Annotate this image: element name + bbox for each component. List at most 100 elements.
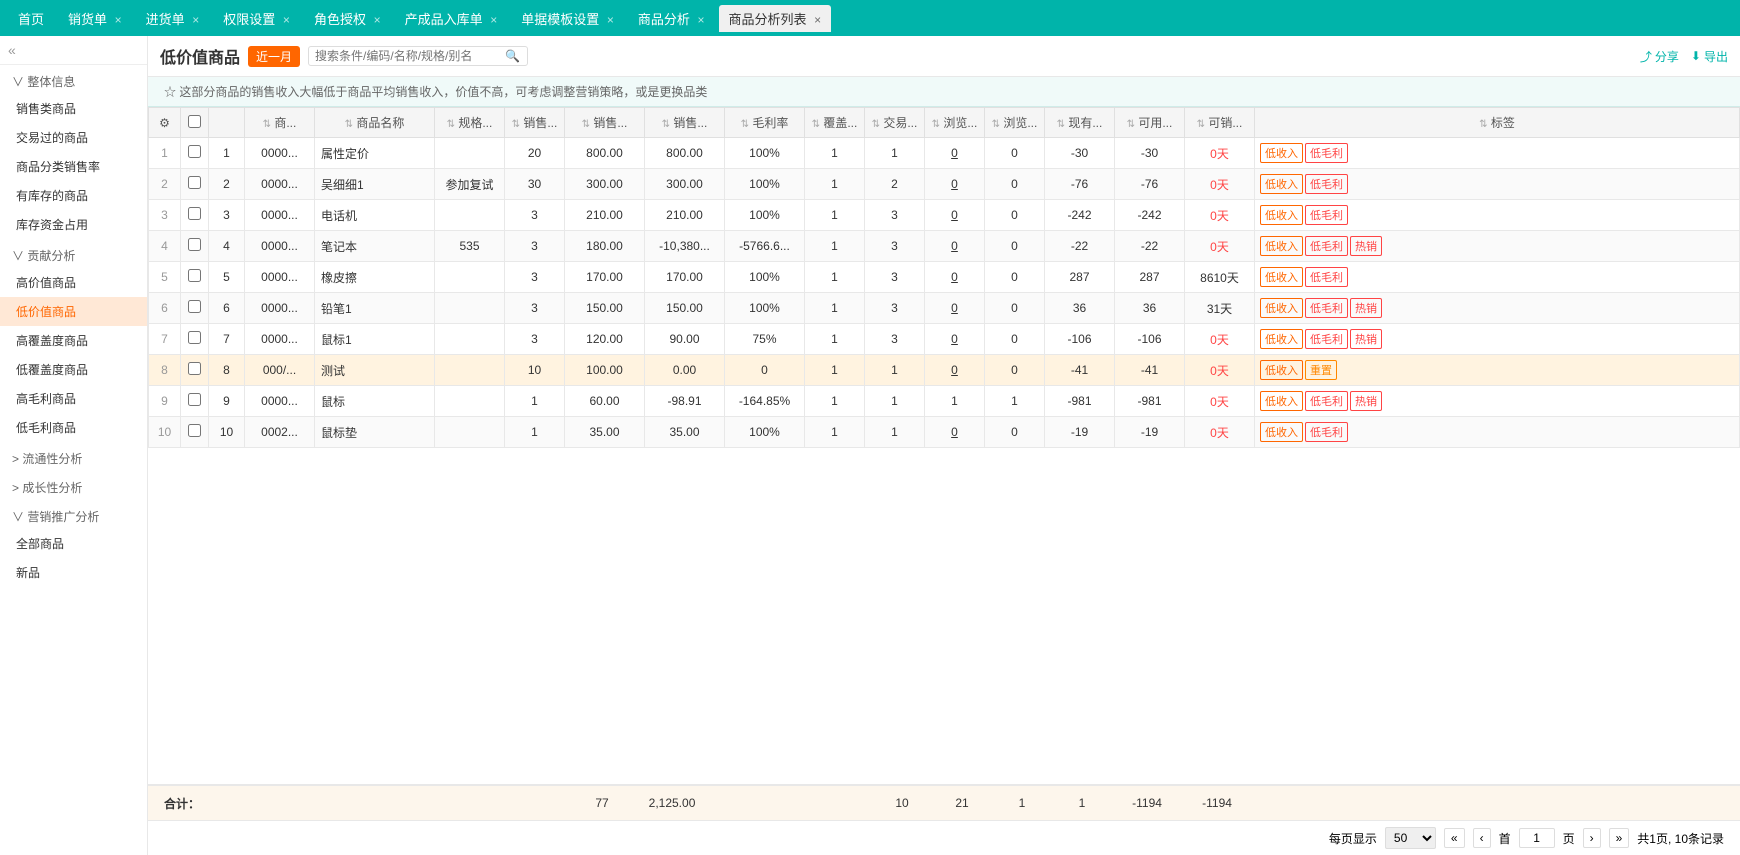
row-margin: 100% bbox=[725, 417, 805, 448]
sidebar-item-low-coverage[interactable]: 低覆盖度商品 bbox=[0, 355, 147, 384]
row-cover: 1 bbox=[805, 262, 865, 293]
sidebar-group-overall[interactable]: ∨ 整体信息 bbox=[0, 65, 147, 94]
view-link[interactable]: 0 bbox=[951, 208, 958, 222]
close-icon[interactable]: × bbox=[607, 13, 614, 27]
row-checkbox-cell[interactable] bbox=[181, 386, 209, 417]
table-container[interactable]: ⚙ ⇅ 商... ⇅ 商品名称 ⇅ 规格... ⇅ 销售... ⇅ 销售... … bbox=[148, 107, 1740, 784]
row-checkbox-cell[interactable] bbox=[181, 417, 209, 448]
sidebar-item-all-products[interactable]: 全部商品 bbox=[0, 529, 147, 558]
last-page-button[interactable]: » bbox=[1609, 828, 1630, 848]
collapse-button[interactable]: « bbox=[8, 42, 16, 58]
first-page-button[interactable]: « bbox=[1444, 828, 1465, 848]
sidebar-item-high-value[interactable]: 高价值商品 bbox=[0, 268, 147, 297]
close-icon[interactable]: × bbox=[192, 13, 199, 27]
row-sales3: 150.00 bbox=[645, 293, 725, 324]
row-cover: 1 bbox=[805, 169, 865, 200]
row-sales3: 90.00 bbox=[645, 324, 725, 355]
sidebar-group-growth[interactable]: > 成长性分析 bbox=[0, 471, 147, 500]
row-view1[interactable]: 0 bbox=[925, 138, 985, 169]
sidebar-item-stock-capital[interactable]: 库存资金占用 bbox=[0, 210, 147, 239]
row-view1[interactable]: 0 bbox=[925, 417, 985, 448]
checkbox-header[interactable] bbox=[181, 108, 209, 138]
row-view1[interactable]: 0 bbox=[925, 262, 985, 293]
close-icon[interactable]: × bbox=[374, 13, 381, 27]
close-icon[interactable]: × bbox=[814, 13, 821, 27]
nav-sales-order[interactable]: 销货单 × bbox=[58, 5, 132, 32]
row-checkbox[interactable] bbox=[188, 331, 201, 344]
view-link[interactable]: 0 bbox=[951, 301, 958, 315]
nav-purchase-order[interactable]: 进货单 × bbox=[136, 5, 210, 32]
view-link[interactable]: 0 bbox=[951, 332, 958, 346]
sidebar-item-low-margin[interactable]: 低毛利商品 bbox=[0, 413, 147, 442]
row-checkbox-cell[interactable] bbox=[181, 355, 209, 386]
row-checkbox[interactable] bbox=[188, 300, 201, 313]
row-checkbox[interactable] bbox=[188, 145, 201, 158]
select-all-checkbox[interactable] bbox=[188, 115, 201, 128]
row-checkbox[interactable] bbox=[188, 176, 201, 189]
close-icon[interactable]: × bbox=[490, 13, 497, 27]
row-checkbox[interactable] bbox=[188, 393, 201, 406]
nav-product-analysis[interactable]: 商品分析 × bbox=[628, 5, 715, 32]
export-button[interactable]: ⬇ 导出 bbox=[1691, 48, 1728, 65]
settings-header[interactable]: ⚙ bbox=[149, 108, 181, 138]
next-page-button[interactable]: › bbox=[1583, 828, 1601, 848]
filter-recent-month-button[interactable]: 近一月 bbox=[248, 46, 300, 67]
row-checkbox-cell[interactable] bbox=[181, 324, 209, 355]
row-view1[interactable]: 0 bbox=[925, 169, 985, 200]
row-available: -242 bbox=[1115, 200, 1185, 231]
row-checkbox-cell[interactable] bbox=[181, 200, 209, 231]
sidebar-item-category-sales-rate[interactable]: 商品分类销售率 bbox=[0, 152, 147, 181]
sidebar-item-high-coverage[interactable]: 高覆盖度商品 bbox=[0, 326, 147, 355]
view-link[interactable]: 0 bbox=[951, 239, 958, 253]
sidebar-item-low-value[interactable]: 低价值商品 bbox=[0, 297, 147, 326]
sidebar-item-new-products[interactable]: 新品 bbox=[0, 558, 147, 587]
search-box[interactable]: 🔍 bbox=[308, 46, 528, 66]
row-checkbox-cell[interactable] bbox=[181, 293, 209, 324]
view-link[interactable]: 0 bbox=[951, 363, 958, 377]
nav-product-analysis-list[interactable]: 商品分析列表 × bbox=[719, 5, 832, 32]
page-number-input[interactable] bbox=[1519, 828, 1555, 848]
nav-template-settings[interactable]: 单据模板设置 × bbox=[511, 5, 624, 32]
nav-role-auth[interactable]: 角色授权 × bbox=[304, 5, 391, 32]
search-input[interactable] bbox=[315, 49, 505, 63]
row-checkbox[interactable] bbox=[188, 207, 201, 220]
view-link[interactable]: 0 bbox=[951, 270, 958, 284]
row-view1[interactable]: 0 bbox=[925, 355, 985, 386]
sidebar-group-contribution[interactable]: ∨ 贡献分析 bbox=[0, 239, 147, 268]
summary-view2: 1 bbox=[1052, 796, 1112, 810]
per-page-select[interactable]: 50 100 200 bbox=[1385, 827, 1436, 849]
nav-home[interactable]: 首页 bbox=[8, 5, 54, 32]
row-checkbox[interactable] bbox=[188, 238, 201, 251]
row-no-display: 2 bbox=[209, 169, 245, 200]
nav-permissions[interactable]: 权限设置 × bbox=[213, 5, 300, 32]
sidebar-group-marketing[interactable]: ∨ 营销推广分析 bbox=[0, 500, 147, 529]
row-checkbox[interactable] bbox=[188, 269, 201, 282]
view-link[interactable]: 0 bbox=[951, 146, 958, 160]
row-view1[interactable]: 0 bbox=[925, 293, 985, 324]
nav-product-stock[interactable]: 产成品入库单 × bbox=[395, 5, 508, 32]
view-link[interactable]: 0 bbox=[951, 425, 958, 439]
sidebar-group-flow[interactable]: > 流通性分析 bbox=[0, 442, 147, 471]
sidebar-item-stocked-products[interactable]: 有库存的商品 bbox=[0, 181, 147, 210]
row-checkbox[interactable] bbox=[188, 424, 201, 437]
share-button[interactable]: ⤴ 分享 bbox=[1640, 48, 1679, 65]
row-checkbox-cell[interactable] bbox=[181, 231, 209, 262]
search-icon[interactable]: 🔍 bbox=[505, 49, 520, 63]
prev-page-button[interactable]: ‹ bbox=[1473, 828, 1491, 848]
sidebar-item-high-margin[interactable]: 高毛利商品 bbox=[0, 384, 147, 413]
summary-trade: 21 bbox=[932, 796, 992, 810]
row-sales2: 35.00 bbox=[565, 417, 645, 448]
row-checkbox-cell[interactable] bbox=[181, 138, 209, 169]
row-checkbox[interactable] bbox=[188, 362, 201, 375]
row-checkbox-cell[interactable] bbox=[181, 169, 209, 200]
row-checkbox-cell[interactable] bbox=[181, 262, 209, 293]
sidebar-item-traded-products[interactable]: 交易过的商品 bbox=[0, 123, 147, 152]
row-view1[interactable]: 0 bbox=[925, 200, 985, 231]
close-icon[interactable]: × bbox=[697, 13, 704, 27]
view-link[interactable]: 0 bbox=[951, 177, 958, 191]
row-view1[interactable]: 0 bbox=[925, 324, 985, 355]
close-icon[interactable]: × bbox=[115, 13, 122, 27]
sidebar-item-sales-products[interactable]: 销售类商品 bbox=[0, 94, 147, 123]
row-view1[interactable]: 0 bbox=[925, 231, 985, 262]
close-icon[interactable]: × bbox=[283, 13, 290, 27]
